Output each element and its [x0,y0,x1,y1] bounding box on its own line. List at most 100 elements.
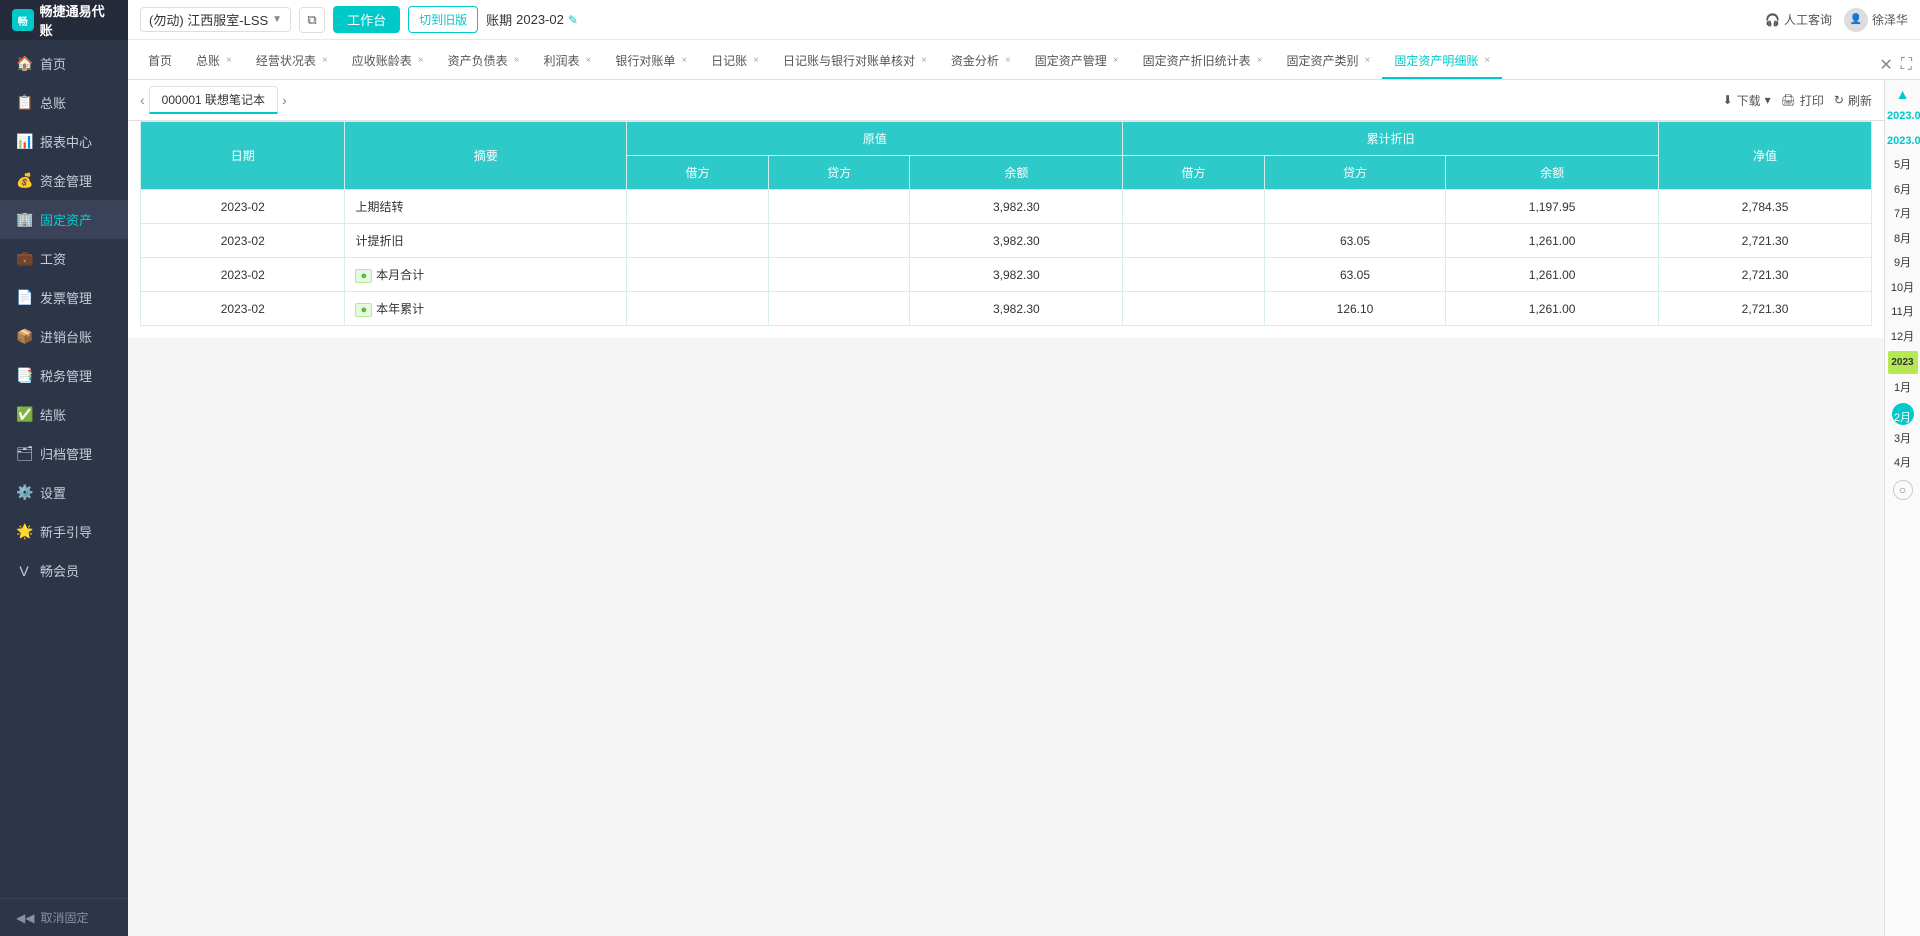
tab-应收账龄表[interactable]: 应收账龄表× [340,44,436,79]
tab-资产负债表[interactable]: 资产负债表× [436,44,532,79]
panel-month[interactable]: 5月 [1885,153,1920,178]
tab-首页[interactable]: 首页 [136,44,184,79]
sidebar-item-总账[interactable]: 📋总账 [0,83,128,122]
tab-固定资产明细账[interactable]: 固定资产明细账× [1382,44,1502,79]
nav-next-icon[interactable]: › [282,92,287,108]
tab-close-icon[interactable]: × [753,55,759,66]
panel-circle-button[interactable]: ○ [1893,480,1913,500]
sidebar-item-首页[interactable]: 🏠首页 [0,44,128,83]
tab-日记账与银行对账单核对[interactable]: 日记账与银行对账单核对× [771,44,939,79]
cell-debit-yv [627,224,769,258]
sidebar-item-固定资产[interactable]: 🏢固定资产 [0,200,128,239]
sidebar-item-进销台账[interactable]: 📦 进销台账 [0,317,128,356]
tab-资金分析[interactable]: 资金分析 × [939,44,1023,79]
service-button[interactable]: 🎧 人工客询 [1765,11,1832,28]
panel-month[interactable]: 7月 [1885,202,1920,227]
cell-balance-yv: 3,982.30 [910,190,1123,224]
download-button[interactable]: ⬇ 下载 ▾ [1723,92,1771,109]
refresh-icon: ↻ [1834,93,1844,107]
panel-month[interactable]: 11月 [1885,300,1920,325]
sidebar-item-设置[interactable]: ⚙️设置 [0,473,128,512]
switch-version-button[interactable]: 切到旧版 [408,6,478,33]
tab-close-icon[interactable]: × [322,55,328,66]
cell-credit-lj [1264,190,1445,224]
tab-close-icon[interactable]: × [1364,55,1370,66]
tab-close-icon[interactable]: × [1113,55,1119,66]
cell-balance-lj: 1,261.00 [1446,258,1659,292]
period-edit-icon[interactable]: ✎ [568,13,578,27]
workbench-button[interactable]: 工作台 [333,6,400,33]
tab-固定资产管理[interactable]: 固定资产管理× [1023,44,1131,79]
sidebar-item-结账[interactable]: ✅结账 [0,395,128,434]
tab-label: 固定资产类别 [1286,52,1358,69]
tab-close-icon[interactable]: × [1484,55,1490,66]
tab-label: 日记账 [711,52,747,69]
tab-expand-icon[interactable]: ⛶ [1901,56,1912,74]
cell-debit-lj [1123,224,1265,258]
cell-date: 2023-02 [141,292,345,326]
tab-经营状况表[interactable]: 经营状况表 × [244,44,340,79]
panel-month[interactable]: 4月 [1885,451,1920,476]
tab-close-icon[interactable]: × [585,55,591,66]
sidebar-item-报表中心[interactable]: 📊报表中心 [0,122,128,161]
tab-close-all-icon[interactable]: ✕ [1879,55,1892,75]
panel-active-month[interactable]: 2月 [1892,403,1914,425]
tab-label: 经营状况表 [256,52,316,69]
refresh-button[interactable]: ↻ 刷新 [1834,92,1872,109]
sidebar-item-归档管理[interactable]: 🗂归档管理 [0,434,128,473]
asset-tab[interactable]: 000001 联想笔记本 [149,86,278,114]
sidebar-item-工资[interactable]: 💼工资 [0,239,128,278]
nav-prev-icon[interactable]: ‹ [140,92,145,108]
tab-close-icon[interactable]: × [418,55,424,66]
avatar: 👤 [1844,8,1868,32]
tab-close-icon[interactable]: × [514,55,520,66]
tab-close-icon[interactable]: × [226,55,232,66]
tab-close-icon[interactable]: × [681,55,687,66]
company-selector[interactable]: (勿动) 江西服室-LSS ▼ [140,7,291,32]
tab-固定资产类别[interactable]: 固定资产类别 × [1274,44,1382,79]
panel-month[interactable]: 10月 [1885,276,1920,301]
cell-summary: 上期结转 [345,190,627,224]
sidebar-label: 进销台账 [40,327,92,346]
print-button[interactable]: 🖨 打印 [1781,92,1824,109]
panel-up-arrow[interactable]: ▲ [1894,84,1912,104]
sidebar-item-新手引导[interactable]: 🌟新手引导 [0,512,128,551]
panel-month[interactable]: 6月 [1885,178,1920,203]
tab-close-icon[interactable]: × [1005,55,1011,66]
sidebar-label: 发票管理 [40,288,92,307]
sidebar-item-税务管理[interactable]: 📑税务管理 [0,356,128,395]
panel-month[interactable]: 12月 [1885,325,1920,350]
sidebar-menu: 🏠首页📋总账📊报表中心💰资金管理🏢固定资产💼工资 📄 发票管理 📦 进销台账 📑税务管理✅… [0,40,128,898]
sidebar-item-资金管理[interactable]: 💰资金管理 [0,161,128,200]
tab-总账[interactable]: 总账× [184,44,244,79]
tab-close-icon[interactable]: × [921,55,927,66]
panel-month[interactable]: 3月 [1885,427,1920,452]
cell-summary: ●本年累计 [345,292,627,326]
cell-summary: ●本月合计 [345,258,627,292]
panel-year-badge: 2023 [1888,351,1918,374]
sidebar-item-发票管理[interactable]: 📄 发票管理 [0,278,128,317]
tab-利润表[interactable]: 利润表× [531,44,603,79]
cell-debit-yv [627,258,769,292]
tab-label: 资金分析 [951,52,999,69]
panel-month[interactable]: 9月 [1885,251,1920,276]
tab-日记账[interactable]: 日记账 × [699,44,771,79]
user-menu[interactable]: 👤 徐泽华 [1844,8,1908,32]
sidebar-icon: 🏠 [16,55,32,72]
tab-银行对账单[interactable]: 银行对账单× [603,44,699,79]
tab-close-icon[interactable]: × [1257,55,1263,66]
tab-label: 首页 [148,52,172,69]
panel-month[interactable]: 1月 [1885,376,1920,401]
sidebar-icon: 📄 [16,289,32,306]
sidebar-unpin[interactable]: ◀◀ 取消固定 [0,898,128,936]
copy-button[interactable]: ⧉ [299,7,325,33]
col-balance-yv: 余额 [910,156,1123,190]
tab-固定资产折旧统计表[interactable]: 固定资产折旧统计表× [1131,44,1275,79]
cell-date: 2023-02 [141,190,345,224]
sidebar-item-畅会员[interactable]: V畅会员 [0,551,128,590]
sidebar-icon: 📦 [16,328,32,345]
sidebar-icon: 📋 [16,94,32,111]
sidebar-icon: V [16,563,32,579]
copy-icon: ⧉ [307,12,316,28]
panel-month[interactable]: 8月 [1885,227,1920,252]
